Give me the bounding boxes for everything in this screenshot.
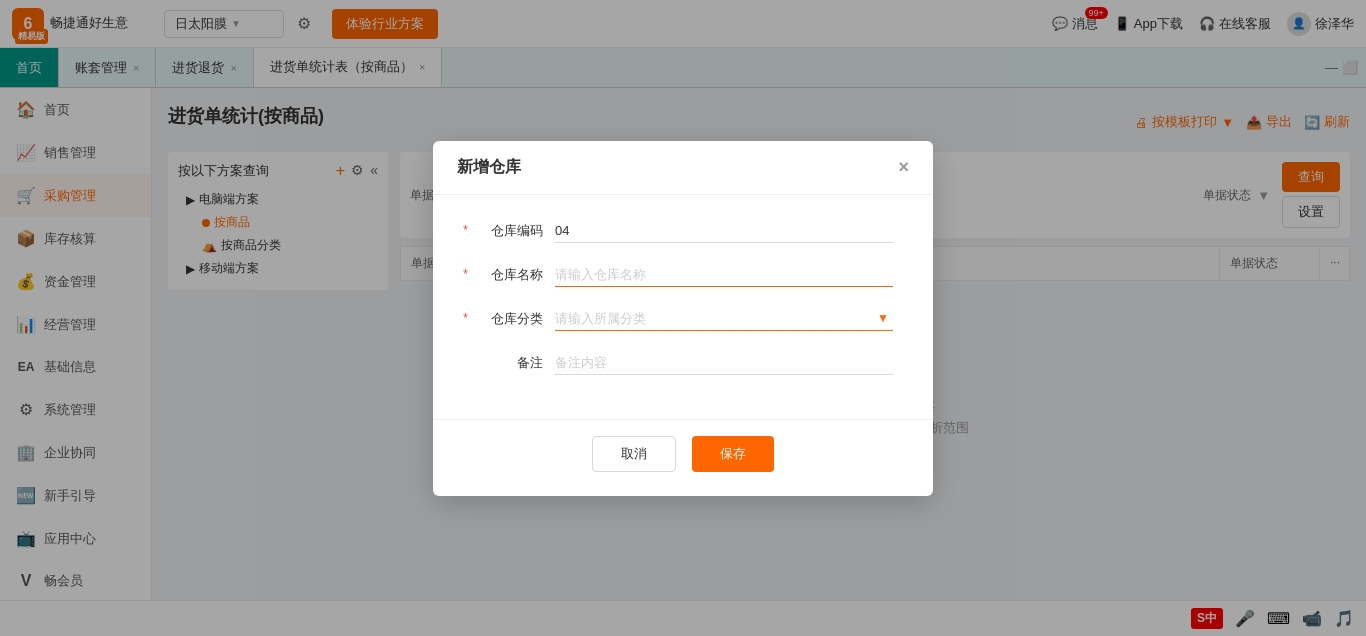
modal-close-button[interactable]: × [898,158,909,176]
form-row-note: 备注 [473,351,893,375]
category-select-wrapper: 请输入所属分类 ▼ [555,307,893,331]
category-label: 仓库分类 [473,310,543,328]
category-select-arrow-icon: ▼ [877,311,889,325]
category-select[interactable]: 请输入所属分类 [555,307,893,330]
modal-footer: 取消 保存 [433,419,933,496]
modal-title: 新增仓库 [457,157,521,178]
name-input[interactable] [555,263,893,287]
form-row-name: 仓库名称 [473,263,893,287]
form-row-category: 仓库分类 请输入所属分类 ▼ [473,307,893,331]
form-row-code: 仓库编码 [473,219,893,243]
modal-body: 仓库编码 仓库名称 仓库分类 请输入所属分类 ▼ 备注 [433,195,933,419]
save-button[interactable]: 保存 [692,436,774,472]
modal-overlay[interactable]: 新增仓库 × 仓库编码 仓库名称 仓库分类 请输入所属分类 ▼ [0,0,1366,636]
cancel-button[interactable]: 取消 [592,436,676,472]
warehouse-modal: 新增仓库 × 仓库编码 仓库名称 仓库分类 请输入所属分类 ▼ [433,141,933,496]
note-input[interactable] [555,351,893,375]
code-label: 仓库编码 [473,222,543,240]
modal-header: 新增仓库 × [433,141,933,195]
name-label: 仓库名称 [473,266,543,284]
code-input[interactable] [555,219,893,243]
note-label: 备注 [473,354,543,372]
